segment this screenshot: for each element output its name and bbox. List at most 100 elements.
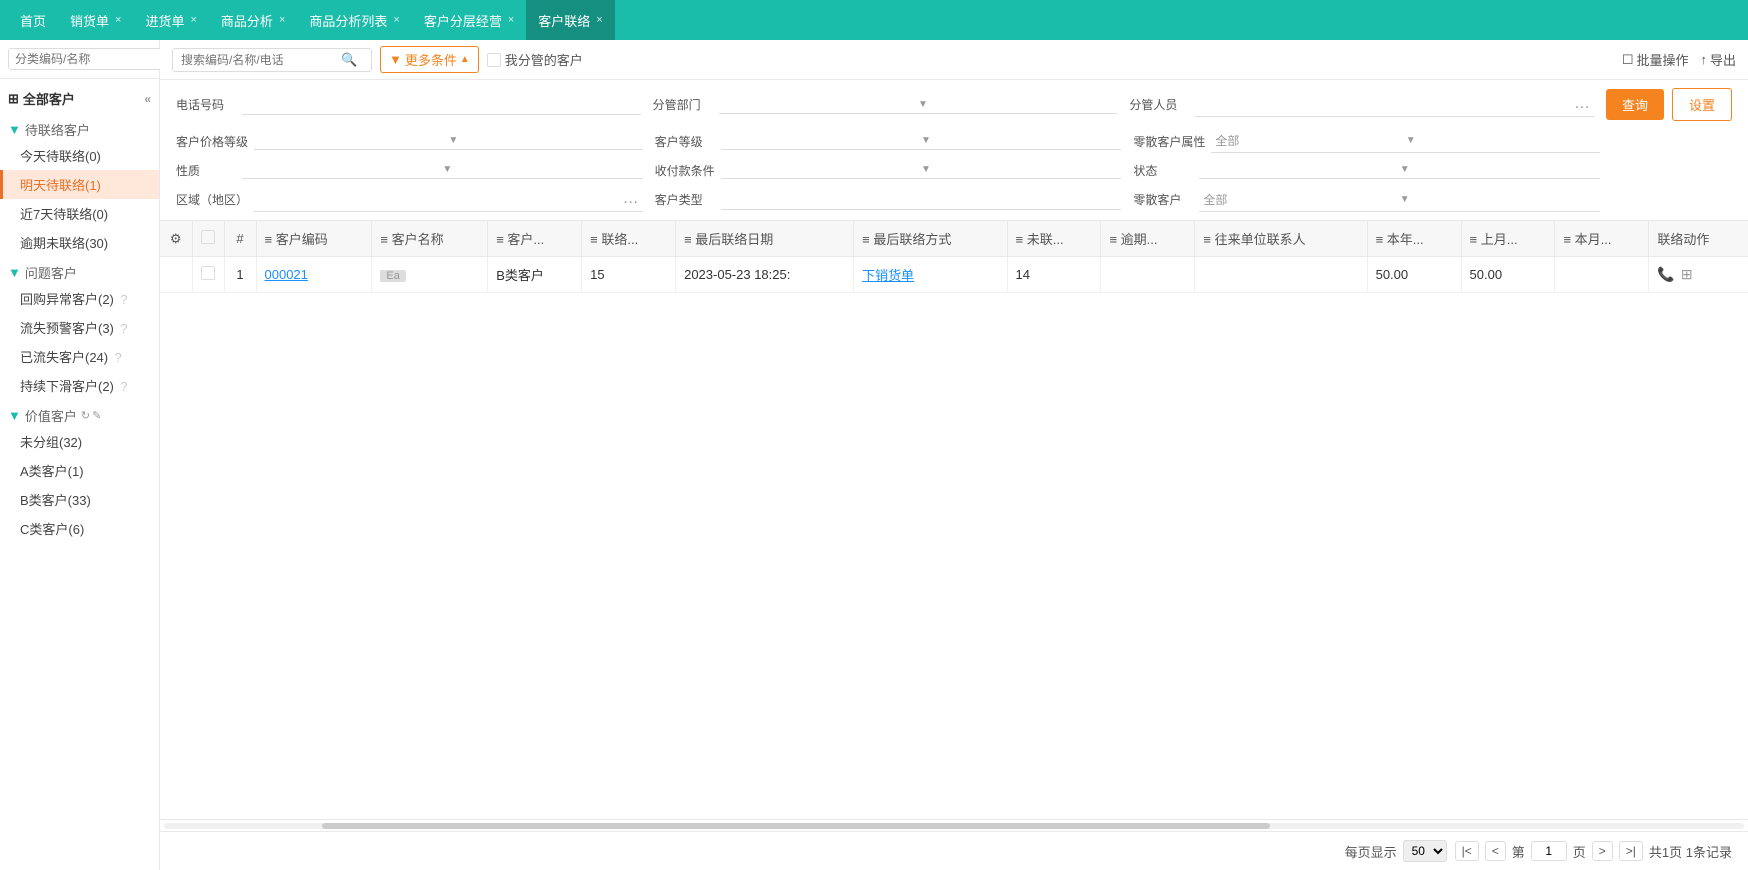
filter-dept-select[interactable]: ▼ xyxy=(719,96,1118,114)
filter-retail-attr-select[interactable]: 全部 ▼ xyxy=(1211,129,1600,153)
main-layout: 🔍 ⊞ 全部客户 « ▼ 待联络客户 今天待联络(0) 明天待联络(1) 近7天… xyxy=(0,40,1748,870)
group-pending-contact[interactable]: ▼ 待联络客户 xyxy=(0,114,159,141)
filter-payment-terms: 收付款条件 ▼ xyxy=(655,161,1122,179)
prev-page-btn[interactable]: < xyxy=(1485,841,1506,861)
col-contacts-header[interactable]: ≡ 联络... xyxy=(582,221,676,257)
nav-home[interactable]: 首页 xyxy=(8,0,58,40)
filter-nature-select[interactable]: ▼ xyxy=(242,161,643,179)
last-page-btn[interactable]: >| xyxy=(1619,841,1643,861)
close-product-analysis-icon[interactable]: × xyxy=(279,14,285,26)
col-last-method-header[interactable]: ≡ 最后联络方式 xyxy=(854,221,1007,257)
region-dots-icon[interactable]: … xyxy=(623,190,639,208)
table-row: 1 000021 Ea B类客户 15 2023-05-23 18:25: 下销… xyxy=(160,257,1748,293)
first-page-btn[interactable]: |< xyxy=(1455,841,1479,861)
filter-phone-input[interactable] xyxy=(242,94,641,115)
nav-product-analysis[interactable]: 商品分析 × xyxy=(209,0,297,40)
main-search-icon[interactable]: 🔍 xyxy=(341,52,357,68)
nav-purchase-order[interactable]: 进货单 × xyxy=(133,0,208,40)
sidebar-item-churn-warning[interactable]: 流失预警客户(3) ? xyxy=(0,313,159,342)
sidebar-item-class-a[interactable]: A类客户(1) xyxy=(0,456,159,485)
filter-status-select[interactable]: ▼ xyxy=(1199,161,1600,179)
filter-customer-type-input[interactable] xyxy=(721,189,1122,210)
sidebar-item-declining[interactable]: 持续下滑客户(2) ? xyxy=(0,371,159,400)
query-button[interactable]: 查询 xyxy=(1606,89,1664,120)
sidebar-item-today-contact[interactable]: 今天待联络(0) xyxy=(0,141,159,170)
col-checkbox-header[interactable] xyxy=(192,221,224,257)
filter-price-level: 客户价格等级 ▼ xyxy=(176,132,643,150)
filter-customer-level-select[interactable]: ▼ xyxy=(721,132,1122,150)
row-checkbox-icon[interactable] xyxy=(201,266,215,280)
col-this-month-header[interactable]: ≡ 本月... xyxy=(1555,221,1649,257)
close-product-analysis-list-icon[interactable]: × xyxy=(393,14,399,26)
my-customers-checkbox[interactable]: 我分管的客户 xyxy=(487,50,583,69)
row-checkbox[interactable] xyxy=(192,257,224,293)
row-code[interactable]: 000021 xyxy=(256,257,372,293)
next-page-btn[interactable]: > xyxy=(1592,841,1613,861)
sidebar-item-ungrouped[interactable]: 未分组(32) xyxy=(0,427,159,456)
table-area: ⚙ # ≡ 客户编码 ≡ 客户名称 ≡ 客户... xyxy=(160,221,1748,819)
col-code-header[interactable]: ≡ 客户编码 xyxy=(256,221,372,257)
nav-sales-order[interactable]: 销货单 × xyxy=(58,0,133,40)
adv-filter-row-3: 性质 ▼ 收付款条件 ▼ 状态 xyxy=(176,161,1732,179)
all-customers-header[interactable]: ⊞ 全部客户 « xyxy=(0,83,159,114)
phone-icon[interactable]: 📞 xyxy=(1657,266,1674,283)
page-size-select[interactable]: 50 xyxy=(1403,840,1447,862)
search-wrap: 🔍 xyxy=(172,48,372,72)
table-footer: 每页显示 50 |< < 第 页 > >| 共1页 1条记录 xyxy=(160,831,1748,870)
filter-price-level-select[interactable]: ▼ xyxy=(254,132,643,150)
sidebar-item-overdue-contact[interactable]: 逾期未联络(30) xyxy=(0,228,159,257)
retail-attr-arrow-icon: ▼ xyxy=(1406,135,1596,146)
my-customers-check-icon[interactable] xyxy=(487,53,501,67)
scroll-track[interactable] xyxy=(164,823,1744,829)
col-contact-person-header[interactable]: ≡ 往来单位联系人 xyxy=(1195,221,1367,257)
col-name-header[interactable]: ≡ 客户名称 xyxy=(372,221,488,257)
col-last-date-header[interactable]: ≡ 最后联络日期 xyxy=(676,221,854,257)
row-this-year: 50.00 xyxy=(1367,257,1461,293)
triangle-icon-2: ▼ xyxy=(8,265,21,280)
main-search-input[interactable] xyxy=(181,53,341,67)
group-problem-customers[interactable]: ▼ 问题客户 xyxy=(0,257,159,284)
sidebar-item-tomorrow-contact[interactable]: 明天待联络(1) xyxy=(0,170,159,199)
sidebar: 🔍 ⊞ 全部客户 « ▼ 待联络客户 今天待联络(0) 明天待联络(1) 近7天… xyxy=(0,40,160,870)
sidebar-item-7days-contact[interactable]: 近7天待联络(0) xyxy=(0,199,159,228)
sidebar-item-churned[interactable]: 已流失客户(24) ? xyxy=(0,342,159,371)
grid-icon[interactable]: ⊞ xyxy=(1681,266,1693,283)
export-btn[interactable]: ↑ 导出 xyxy=(1700,50,1736,69)
col-action-header: 联络动作 xyxy=(1649,221,1748,257)
close-customer-contact-icon[interactable]: × xyxy=(596,14,602,26)
close-customer-segmentation-icon[interactable]: × xyxy=(508,14,514,26)
more-conditions-btn[interactable]: ▼ 更多条件 ▲ xyxy=(380,46,479,73)
horizontal-scrollbar[interactable] xyxy=(160,819,1748,831)
header-checkbox-icon[interactable] xyxy=(201,230,215,244)
row-type: B类客户 xyxy=(488,257,582,293)
filter-customer-type: 客户类型 xyxy=(655,189,1122,210)
scroll-thumb[interactable] xyxy=(322,823,1270,829)
sidebar-item-class-c[interactable]: C类客户(6) xyxy=(0,514,159,543)
col-last-month-header[interactable]: ≡ 上月... xyxy=(1461,221,1555,257)
group-value-customers[interactable]: ▼ 价值客户 ↻ ✎ xyxy=(0,400,159,427)
filter-retail-customer-select[interactable]: 全部 ▼ xyxy=(1199,188,1600,212)
customer-level-arrow-icon: ▼ xyxy=(921,135,1117,146)
sidebar-search-input[interactable] xyxy=(8,48,177,70)
nav-customer-contact[interactable]: 客户联络 × xyxy=(526,0,614,40)
filter-payment-select[interactable]: ▼ xyxy=(721,161,1122,179)
manager-dots-icon[interactable]: … xyxy=(1574,95,1590,113)
col-type-header[interactable]: ≡ 客户... xyxy=(488,221,582,257)
sidebar-item-class-b[interactable]: B类客户(33) xyxy=(0,485,159,514)
batch-ops-btn[interactable]: ☐ 批量操作 xyxy=(1622,50,1689,69)
col-no-contact-header[interactable]: ≡ 未联... xyxy=(1007,221,1101,257)
settings-button[interactable]: 设置 xyxy=(1672,88,1732,121)
col-this-year-header[interactable]: ≡ 本年... xyxy=(1367,221,1461,257)
close-purchase-order-icon[interactable]: × xyxy=(190,14,196,26)
row-name[interactable]: Ea xyxy=(372,257,488,293)
sidebar-item-repurchase-anomaly[interactable]: 回购异常客户(2) ? xyxy=(0,284,159,313)
close-sales-order-icon[interactable]: × xyxy=(115,14,121,26)
page-input[interactable] xyxy=(1531,841,1567,861)
col-setting-header[interactable]: ⚙ xyxy=(160,221,192,257)
col-overdue-header[interactable]: ≡ 逾期... xyxy=(1101,221,1195,257)
filter-nature-label: 性质 xyxy=(176,162,236,179)
nav-product-analysis-list[interactable]: 商品分析列表 × xyxy=(297,0,411,40)
footer-page-size: 每页显示 50 xyxy=(1345,840,1447,862)
nav-customer-segmentation[interactable]: 客户分层经营 × xyxy=(412,0,526,40)
row-last-method[interactable]: 下销货单 xyxy=(854,257,1007,293)
